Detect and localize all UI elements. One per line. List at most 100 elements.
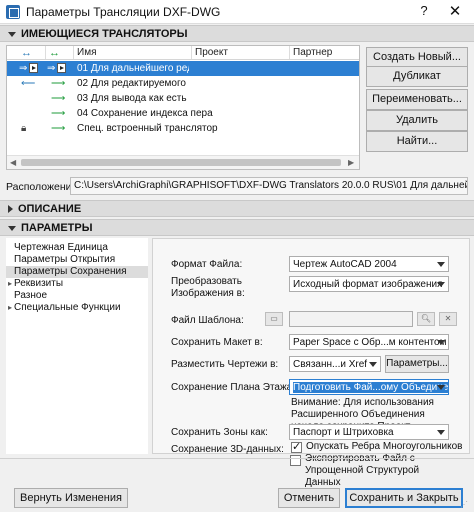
translator-name: 01 Для дальнейшего редакти... xyxy=(77,63,189,74)
list-item[interactable]: ⇒ ⇒ 01 Для дальнейшего редакти... xyxy=(7,61,359,76)
description-section-header[interactable]: ОПИСАНИЕ xyxy=(0,200,474,217)
save-layout-select[interactable]: Paper Space с Обр...м контентом Вида xyxy=(289,334,449,350)
play-icon xyxy=(29,63,39,74)
divider xyxy=(0,458,474,459)
lock-icon: 🔒︎ xyxy=(21,123,27,134)
section-title: ПАРАМЕТРЫ xyxy=(21,222,93,234)
cancel-button[interactable]: Отменить xyxy=(278,488,340,508)
expand-triangle-icon xyxy=(8,205,13,214)
convert-images-select[interactable]: Исходный формат изображения xyxy=(289,276,449,292)
delete-button[interactable]: Удалить xyxy=(366,110,468,131)
tree-item-label: Специальные Функции xyxy=(14,302,121,313)
translators-section-header[interactable]: ИМЕЮЩИЕСЯ ТРАНСЛЯТОРЫ xyxy=(0,25,474,42)
app-icon xyxy=(6,5,20,19)
data3d-label: Сохранение 3D-данных: xyxy=(171,444,284,455)
chevron-down-icon xyxy=(369,362,377,367)
scrollbar-thumb[interactable] xyxy=(21,159,341,166)
params-section-header[interactable]: ПАРАМЕТРЫ xyxy=(0,219,474,236)
list-item[interactable]: ⟵ ⟶ 02 Для редактируемого импо... xyxy=(7,76,359,91)
create-new-button[interactable]: Создать Новый... xyxy=(366,47,468,68)
file-format-value: Чертеж AutoCAD 2004 xyxy=(293,259,397,270)
floor-plan-select[interactable]: Подготовить Фай...ому Объединению xyxy=(289,379,449,395)
save-arrow-icon: ⟶ xyxy=(51,123,66,134)
resize-grip-icon[interactable]: ⋰ xyxy=(460,500,470,510)
folder-icon[interactable]: ▭ xyxy=(265,312,283,326)
simplified-export-checkbox[interactable] xyxy=(290,455,301,466)
zones-select[interactable]: Паспорт и Штриховка xyxy=(289,424,449,440)
browse-icon[interactable]: 🔍︎ xyxy=(417,312,435,326)
convert-images-label: Преобразовать Изображения в: xyxy=(171,276,245,299)
save-layout-value: Paper Space с Обр...м контентом Вида xyxy=(293,337,448,348)
chevron-down-icon xyxy=(437,262,445,267)
location-field[interactable]: C:\Users\ArchiGraphi\GRAPHISOFT\DXF-DWG … xyxy=(70,177,468,195)
tree-item-drawing-unit[interactable]: Чертежная Единица xyxy=(6,242,148,254)
list-item[interactable]: ⟶ 04 Сохранение индекса пера xyxy=(7,106,359,121)
list-header: ↔ ↔ Имя Проект Партнер xyxy=(7,46,359,60)
save-arrow-icon[interactable]: ↔ xyxy=(49,47,60,59)
translator-name: 02 Для редактируемого импо... xyxy=(77,78,189,89)
skip-edges-checkbox[interactable] xyxy=(291,440,302,453)
list-item[interactable]: 🔒︎ ⟶ Спец. встроенный транслятор xyxy=(7,121,359,136)
save-arrow-icon: ⇒ xyxy=(47,61,67,76)
translator-name: Спец. встроенный транслятор xyxy=(77,123,218,134)
tree-item-label: Параметры Сохранения xyxy=(14,266,127,277)
find-button[interactable]: Найти... xyxy=(366,131,468,152)
close-icon[interactable]: ✕ xyxy=(446,2,464,22)
zones-value: Паспорт и Штриховка xyxy=(293,427,394,438)
chevron-down-icon xyxy=(437,282,445,287)
chevron-down-icon xyxy=(437,385,445,390)
open-arrow-icon[interactable]: ↔ xyxy=(21,47,32,59)
tree-item-open-params[interactable]: Параметры Открытия xyxy=(6,254,148,266)
parameters-button[interactable]: Параметры... xyxy=(385,355,449,373)
scroll-right-icon[interactable]: ▶ xyxy=(348,158,354,167)
tree-item-label: Реквизиты xyxy=(14,278,64,289)
column-name[interactable]: Имя xyxy=(77,47,96,58)
tree-item-save-params[interactable]: Параметры Сохранения xyxy=(6,266,148,278)
open-arrow-icon: ⇒ xyxy=(19,61,39,76)
list-item[interactable]: ⟶ 03 Для вывода как есть xyxy=(7,91,359,106)
params-panel: Формат Файла: Чертеж AutoCAD 2004 Преобр… xyxy=(152,238,470,455)
scroll-left-icon[interactable]: ◀ xyxy=(10,158,16,167)
tree-item-attributes[interactable]: ▸ Реквизиты xyxy=(6,278,148,290)
play-icon xyxy=(57,63,67,74)
translator-list[interactable]: ↔ ↔ Имя Проект Партнер ⇒ ⇒ 01 Для дальне… xyxy=(6,45,360,170)
window-title: Параметры Трансляции DXF-DWG xyxy=(26,5,221,19)
translator-name: 04 Сохранение индекса пера xyxy=(77,108,213,119)
chevron-down-icon xyxy=(437,430,445,435)
floor-plan-label: Сохранение Плана Этажа: xyxy=(171,382,296,393)
clear-icon[interactable]: ✕ xyxy=(439,312,457,326)
tree-item-label: Чертежная Единица xyxy=(14,242,108,253)
template-file-label: Файл Шаблона: xyxy=(171,315,244,326)
template-file-field[interactable] xyxy=(289,311,413,327)
horizontal-scrollbar[interactable]: ◀ ▶ xyxy=(7,155,359,169)
place-drawings-select[interactable]: Связанн...и Xref xyxy=(289,356,381,372)
skip-edges-label: Опускать Ребра Многоугольников xyxy=(306,441,463,452)
duplicate-button[interactable]: Дубликат xyxy=(366,66,468,87)
tree-item-misc[interactable]: Разное xyxy=(6,290,148,302)
tree-item-label: Параметры Открытия xyxy=(14,254,116,265)
column-partner[interactable]: Партнер xyxy=(293,47,332,58)
rename-button[interactable]: Переименовать... xyxy=(366,89,468,110)
translator-name: 03 Для вывода как есть xyxy=(77,93,187,104)
floor-plan-value: Подготовить Фай...ому Объединению xyxy=(293,382,448,393)
tree-item-label: Разное xyxy=(14,290,48,301)
save-close-button[interactable]: Сохранить и Закрыть xyxy=(345,488,463,508)
column-project[interactable]: Проект xyxy=(195,47,228,58)
save-arrow-icon: ⟶ xyxy=(51,78,66,89)
convert-images-value: Исходный формат изображения xyxy=(293,279,443,290)
collapse-triangle-icon xyxy=(8,31,16,37)
collapse-triangle-icon xyxy=(8,225,16,231)
save-layout-label: Сохранить Макет в: xyxy=(171,337,263,348)
revert-button[interactable]: Вернуть Изменения xyxy=(14,488,128,508)
caret-right-icon[interactable]: ▸ xyxy=(8,302,12,314)
zones-label: Сохранить Зоны как: xyxy=(171,427,268,438)
params-tree[interactable]: Чертежная Единица Параметры Открытия Пар… xyxy=(6,238,148,454)
help-icon[interactable]: ? xyxy=(416,3,432,21)
chevron-down-icon xyxy=(437,340,445,345)
caret-right-icon[interactable]: ▸ xyxy=(8,278,12,290)
file-format-label: Формат Файла: xyxy=(171,259,243,270)
file-format-select[interactable]: Чертеж AutoCAD 2004 xyxy=(289,256,449,272)
tree-item-special[interactable]: ▸ Специальные Функции xyxy=(6,302,148,314)
save-arrow-icon: ⟶ xyxy=(51,93,66,104)
title-bar: Параметры Трансляции DXF-DWG ? ✕ xyxy=(0,0,474,24)
